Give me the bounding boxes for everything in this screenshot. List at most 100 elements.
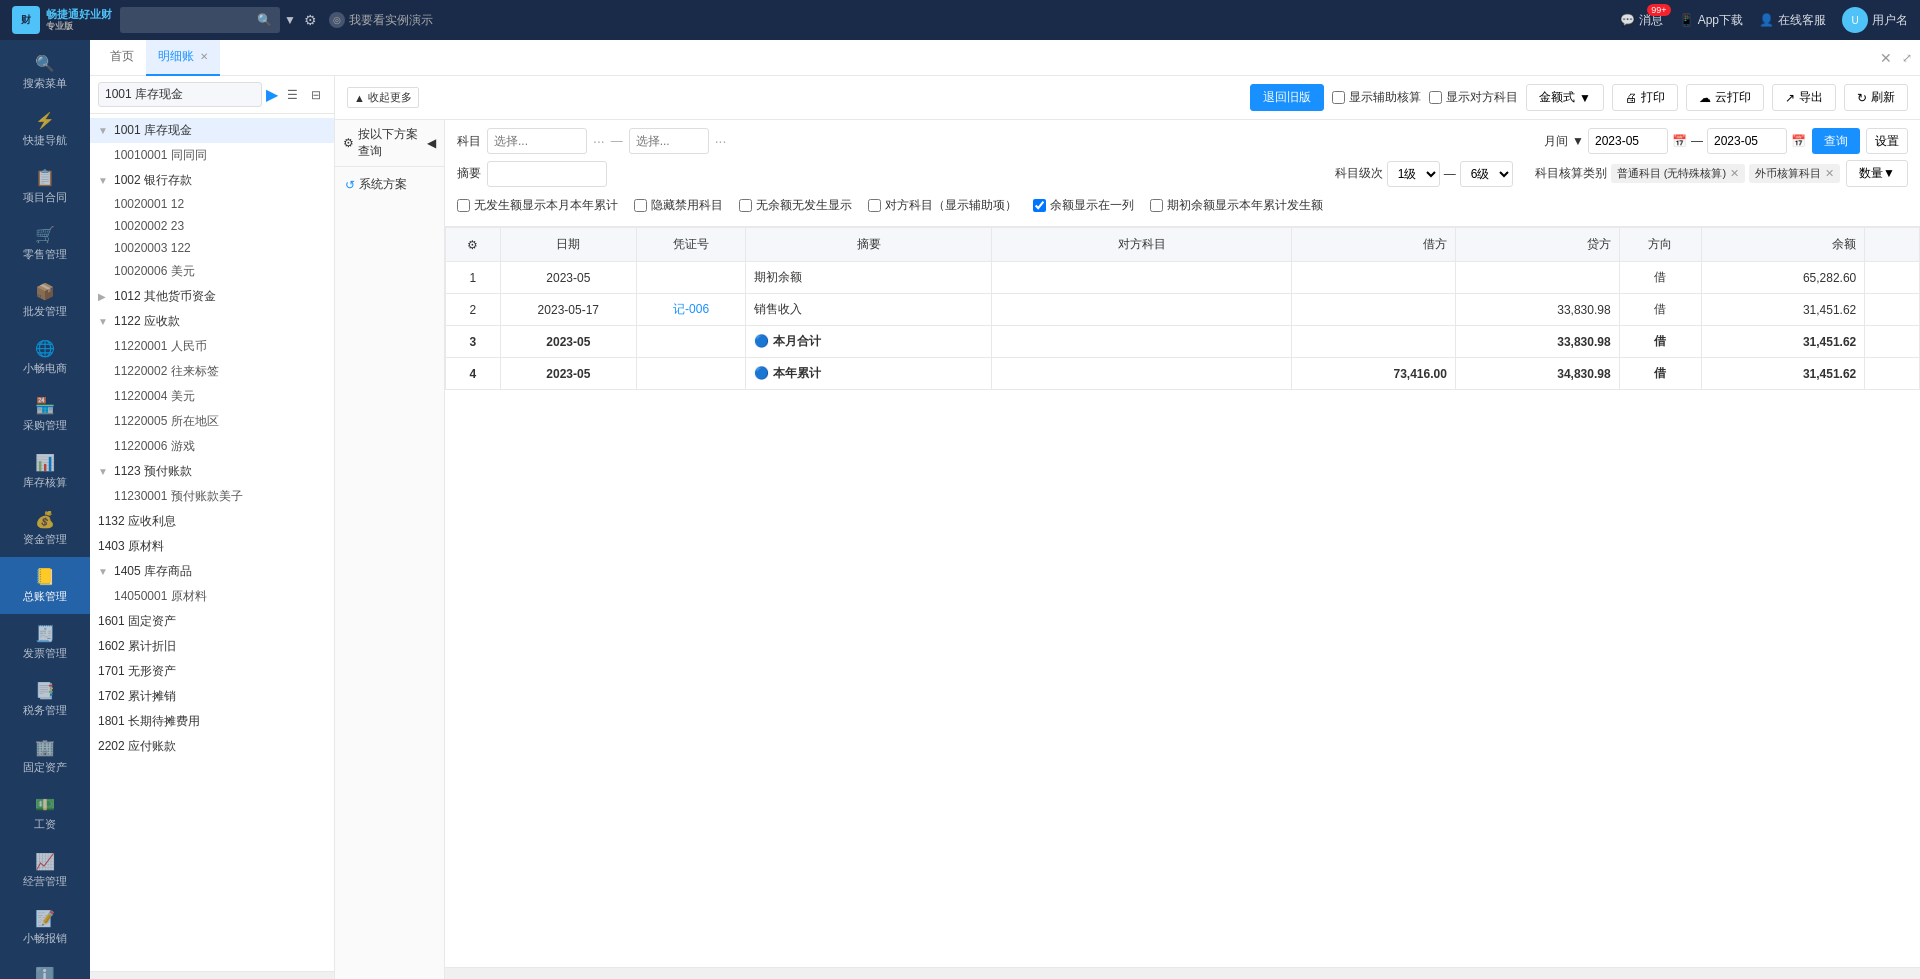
sidebar-item-basic[interactable]: ℹ️ 基础信息 bbox=[0, 956, 90, 979]
cb-no-balance[interactable]: 无余额无发生显示 bbox=[739, 197, 852, 214]
sidebar-item-ecommerce[interactable]: 🌐 小畅电商 bbox=[0, 329, 90, 386]
tree-item-1002[interactable]: ▼ 1002 银行存款 bbox=[90, 168, 334, 193]
tab-detail[interactable]: 明细账 ✕ bbox=[146, 40, 220, 76]
tree-item-1122[interactable]: ▼ 1122 应收款 bbox=[90, 309, 334, 334]
row-voucher[interactable]: 记-006 bbox=[637, 294, 746, 326]
account-selector[interactable]: 1001 库存现金 bbox=[98, 82, 262, 107]
tree-item-10020006[interactable]: 10020006 美元 bbox=[90, 259, 334, 284]
cb-hide-used[interactable]: 隐藏禁用科目 bbox=[634, 197, 723, 214]
sidebar-item-assets[interactable]: 🏢 固定资产 bbox=[0, 728, 90, 785]
tree-item-1132[interactable]: 1132 应收利息 bbox=[90, 509, 334, 534]
collapse-more-btn[interactable]: ▲ 收起更多 bbox=[347, 87, 419, 108]
tree-item-1602[interactable]: 1602 累计折旧 bbox=[90, 634, 334, 659]
print-btn[interactable]: 🖨 打印 bbox=[1612, 84, 1678, 111]
topbar-appdownload-btn[interactable]: 📱 App下载 bbox=[1679, 12, 1743, 29]
tree-item-1601[interactable]: 1601 固定资产 bbox=[90, 609, 334, 634]
tree-item-11220004[interactable]: 11220004 美元 bbox=[90, 384, 334, 409]
tree-horizontal-scrollbar[interactable] bbox=[90, 971, 334, 979]
tree-item-11220001[interactable]: 11220001 人民币 bbox=[90, 334, 334, 359]
sidebar-item-tax[interactable]: 📑 税务管理 bbox=[0, 671, 90, 728]
sidebar-item-shortcut[interactable]: ⚡ 快捷导航 bbox=[0, 101, 90, 158]
period-end-calendar-icon[interactable]: 📅 bbox=[1791, 134, 1806, 148]
category-tag-normal-close[interactable]: ✕ bbox=[1730, 167, 1739, 180]
table-settings-icon[interactable]: ⚙ bbox=[467, 238, 478, 252]
period-end-input[interactable] bbox=[1707, 128, 1787, 154]
tree-item-1702[interactable]: 1702 累计摊销 bbox=[90, 684, 334, 709]
grade-from-select[interactable]: 1级2级3级 bbox=[1387, 161, 1440, 187]
topbar-service-btn[interactable]: 👤 在线客服 bbox=[1759, 12, 1826, 29]
col-header-settings[interactable]: ⚙ bbox=[446, 228, 501, 262]
tree-item-1801[interactable]: 1801 长期待摊费用 bbox=[90, 709, 334, 734]
sidebar-item-operation[interactable]: 📈 经营管理 bbox=[0, 842, 90, 899]
cb-hide-used-input[interactable] bbox=[634, 199, 647, 212]
cb-balance-one-col-input[interactable] bbox=[1033, 199, 1046, 212]
tree-item-11230001[interactable]: 11230001 预付账款美子 bbox=[90, 484, 334, 509]
sidebar-item-wholesale[interactable]: 📦 批发管理 bbox=[0, 272, 90, 329]
query-settings-btn[interactable]: 设置 bbox=[1866, 128, 1908, 154]
grade-to-select[interactable]: 6级2级3级 bbox=[1460, 161, 1513, 187]
topbar-demo-btn[interactable]: ◎ 我要看实例演示 bbox=[329, 12, 433, 29]
tree-item-14050001[interactable]: 14050001 原材料 bbox=[90, 584, 334, 609]
sidebar-item-retail[interactable]: 🛒 零售管理 bbox=[0, 215, 90, 272]
horizontal-scrollbar[interactable] bbox=[445, 967, 1920, 979]
sidebar-item-capital[interactable]: 💰 资金管理 bbox=[0, 500, 90, 557]
topbar-user-btn[interactable]: U 用户名 bbox=[1842, 7, 1908, 33]
tree-item-1012[interactable]: ▶ 1012 其他货币资金 bbox=[90, 284, 334, 309]
tree-item-11220005[interactable]: 11220005 所在地区 bbox=[90, 409, 334, 434]
cb-initial-balance[interactable]: 期初余额显示本年累计发生额 bbox=[1150, 197, 1323, 214]
period-start-input[interactable] bbox=[1588, 128, 1668, 154]
refresh-btn[interactable]: ↻ 刷新 bbox=[1844, 84, 1908, 111]
account-selector-arrow[interactable]: ▶ bbox=[266, 85, 278, 104]
export-btn[interactable]: ↗ 导出 bbox=[1772, 84, 1836, 111]
tree-item-1701[interactable]: 1701 无形资产 bbox=[90, 659, 334, 684]
period-dropdown-icon[interactable]: ▼ bbox=[1572, 134, 1584, 148]
sidebar-item-inventory[interactable]: 📊 库存核算 bbox=[0, 443, 90, 500]
topbar-message-btn[interactable]: 💬 消息 99+ bbox=[1620, 12, 1663, 29]
tree-item-1001[interactable]: ▼ 1001 库存现金 bbox=[90, 118, 334, 143]
tree-item-1123[interactable]: ▼ 1123 预付账款 bbox=[90, 459, 334, 484]
topbar-search-input[interactable] bbox=[128, 13, 257, 27]
query-settings-icon[interactable]: ⚙ bbox=[343, 136, 354, 150]
cloud-print-btn[interactable]: ☁ 云打印 bbox=[1686, 84, 1764, 111]
topbar-dropdown-btn[interactable]: ▼ bbox=[284, 13, 296, 27]
subject-more-btn[interactable]: ··· bbox=[593, 133, 605, 149]
cb-contra-input[interactable] bbox=[868, 199, 881, 212]
sidebar-item-search[interactable]: 🔍 搜索菜单 bbox=[0, 44, 90, 101]
sidebar-item-report[interactable]: 📝 小畅报销 bbox=[0, 899, 90, 956]
topbar-settings-btn[interactable]: ⚙ bbox=[304, 12, 317, 28]
category-tag-foreign-close[interactable]: ✕ bbox=[1825, 167, 1834, 180]
sidebar-item-purchase[interactable]: 🏪 采购管理 bbox=[0, 386, 90, 443]
tree-item-1405[interactable]: ▼ 1405 库存商品 bbox=[90, 559, 334, 584]
scheme-system-item[interactable]: ↺ 系统方案 bbox=[339, 171, 440, 198]
query-collapse-btn[interactable]: ◀ bbox=[427, 136, 436, 150]
show-aux-input[interactable] bbox=[1332, 91, 1345, 104]
subject-input[interactable] bbox=[487, 128, 587, 154]
cb-no-balance-input[interactable] bbox=[739, 199, 752, 212]
sidebar-item-invoice[interactable]: 🧾 发票管理 bbox=[0, 614, 90, 671]
tab-home[interactable]: 首页 bbox=[98, 40, 146, 76]
summary-input[interactable] bbox=[487, 161, 607, 187]
tree-item-2202[interactable]: 2202 应付账款 bbox=[90, 734, 334, 759]
tree-item-1403[interactable]: 1403 原材料 bbox=[90, 534, 334, 559]
sidebar-item-project[interactable]: 📋 项目合同 bbox=[0, 158, 90, 215]
show-contra-checkbox[interactable]: 显示对方科目 bbox=[1429, 89, 1518, 106]
tree-item-11220006[interactable]: 11220006 游戏 bbox=[90, 434, 334, 459]
cb-contra[interactable]: 对方科目（显示辅助项） bbox=[868, 197, 1017, 214]
tree-item-10020002[interactable]: 10020002 23 bbox=[90, 215, 334, 237]
quantity-dropdown-btn[interactable]: 数量▼ bbox=[1846, 160, 1908, 187]
query-search-btn[interactable]: 查询 bbox=[1812, 128, 1860, 154]
tree-item-10020003[interactable]: 10020003 122 bbox=[90, 237, 334, 259]
period-start-calendar-icon[interactable]: 📅 bbox=[1672, 134, 1687, 148]
show-aux-checkbox[interactable]: 显示辅助核算 bbox=[1332, 89, 1421, 106]
sidebar-item-general[interactable]: 📒 总账管理 bbox=[0, 557, 90, 614]
category-tag-normal[interactable]: 普通科目 (无特殊核算) ✕ bbox=[1611, 164, 1745, 183]
cb-balance-one-col[interactable]: 余额显示在一列 bbox=[1033, 197, 1134, 214]
category-tag-foreign[interactable]: 外币核算科目 ✕ bbox=[1749, 164, 1840, 183]
gold-mode-btn[interactable]: 金额式 ▼ bbox=[1526, 84, 1604, 111]
tree-list-view-btn[interactable]: ☰ bbox=[282, 85, 302, 105]
tab-detail-close[interactable]: ✕ bbox=[200, 51, 208, 62]
panel-close-btn[interactable]: ✕ bbox=[1880, 50, 1892, 66]
tree-item-10010001[interactable]: 10010001 同同同 bbox=[90, 143, 334, 168]
topbar-search-box[interactable]: 🔍 bbox=[120, 7, 280, 33]
subject-end-more-btn[interactable]: ··· bbox=[715, 133, 727, 149]
